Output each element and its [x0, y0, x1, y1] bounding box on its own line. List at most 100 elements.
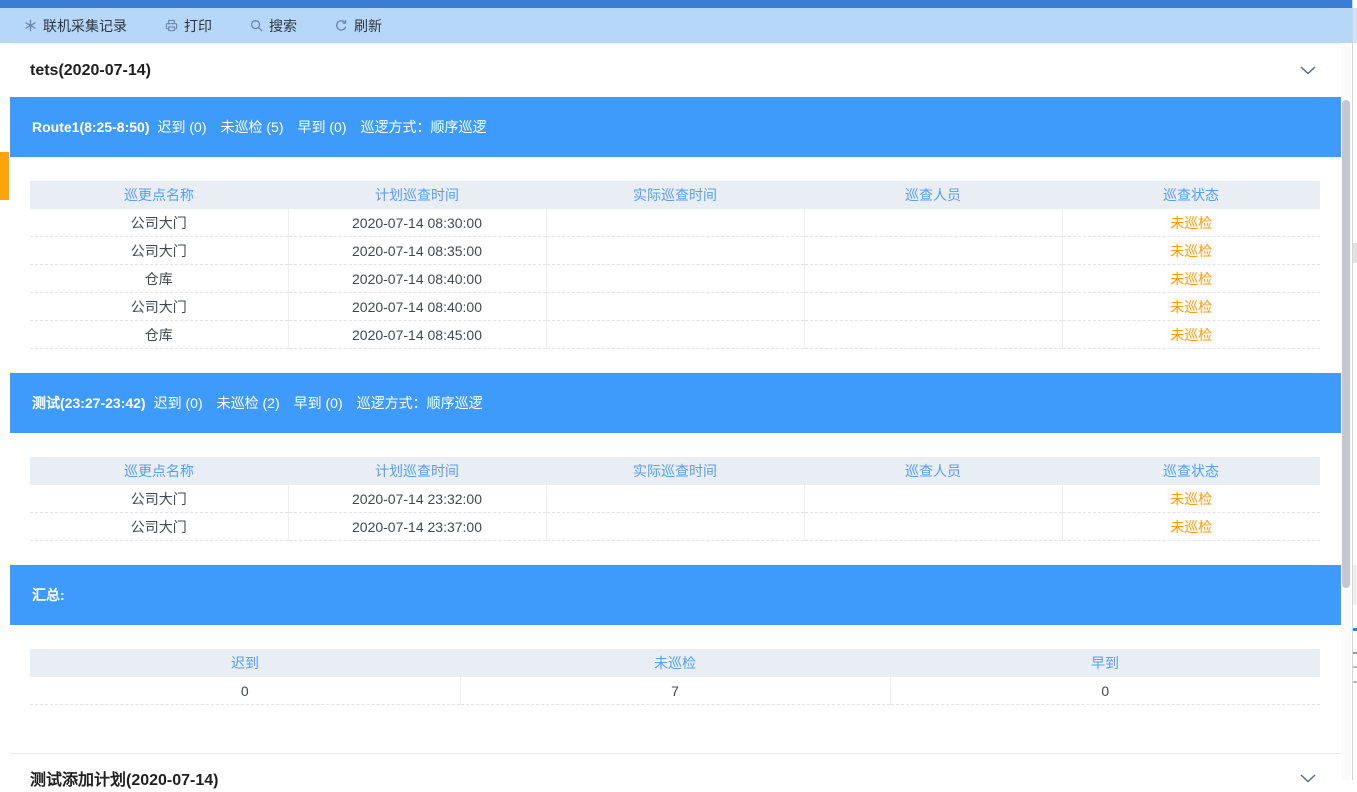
column-header: 巡查人员	[804, 181, 1062, 209]
status-cell: 未巡检	[1062, 237, 1320, 265]
table-header-row: 巡更点名称计划巡查时间实际巡查时间巡查人员巡查状态	[30, 457, 1320, 485]
route-header-bar: Route1(8:25-8:50) 迟到 (0) 未巡检 (5) 早到 (0) …	[10, 97, 1342, 157]
cell: 公司大门	[30, 485, 288, 513]
column-header: 实际巡查时间	[546, 457, 804, 485]
column-header: 巡查状态	[1062, 457, 1320, 485]
early-count: 0	[890, 677, 1320, 705]
collect-records-label: 联机采集记录	[43, 16, 127, 36]
summary-header-row: 迟到 未巡检 早到	[30, 649, 1320, 677]
table-row: 公司大门2020-07-14 08:30:00未巡检	[30, 209, 1320, 237]
column-header-missed: 未巡检	[460, 649, 890, 677]
column-header: 计划巡查时间	[288, 181, 546, 209]
column-header: 巡查状态	[1062, 181, 1320, 209]
column-header-late: 迟到	[30, 649, 460, 677]
cell: 2020-07-14 08:30:00	[288, 209, 546, 237]
refresh-label: 刷新	[354, 16, 382, 36]
adjacent-window-mark	[1353, 681, 1357, 683]
side-tab[interactable]	[0, 152, 9, 200]
adjacent-window-block	[1353, 243, 1357, 263]
route-name: Route1(8:25-8:50)	[32, 119, 149, 135]
print-icon	[165, 19, 178, 32]
cell: 2020-07-14 08:40:00	[288, 265, 546, 293]
summary-header-bar: 汇总:	[10, 565, 1342, 625]
missed-count: 7	[460, 677, 890, 705]
table-row: 仓库2020-07-14 08:45:00 未巡检	[30, 321, 1320, 349]
collect-records-button[interactable]: 联机采集记录	[24, 16, 127, 36]
refresh-icon	[335, 19, 348, 32]
route-name: 测试(23:27-23:42)	[32, 393, 146, 413]
adjacent-window-toolbar-edge	[1353, 8, 1357, 43]
cell	[804, 209, 1062, 237]
adjacent-window-accent	[1353, 628, 1357, 631]
cell: 公司大门	[30, 237, 288, 265]
status-cell: 未巡检	[1062, 513, 1320, 541]
cell: 2020-07-14 08:40:00	[288, 293, 546, 321]
cell	[546, 513, 804, 541]
cell	[804, 485, 1062, 513]
cell: 2020-07-14 23:32:00	[288, 485, 546, 513]
patrol-table: 巡更点名称计划巡查时间实际巡查时间巡查人员巡查状态 公司大门2020-07-14…	[30, 181, 1320, 349]
cell: 公司大门	[30, 513, 288, 541]
route-section: 测试(23:27-23:42) 迟到 (0) 未巡检 (2) 早到 (0) 巡逻…	[10, 373, 1342, 541]
cell	[804, 321, 1062, 349]
adjacent-window-mark	[1353, 666, 1357, 668]
report-title-row: tets(2020-07-14)	[10, 43, 1342, 97]
cell: 公司大门	[30, 209, 288, 237]
scrollbar-thumb[interactable]	[1342, 100, 1350, 588]
window-top-bar	[0, 0, 1357, 8]
cell: 2020-07-14 08:45:00	[288, 321, 546, 349]
search-button[interactable]: 搜索	[250, 16, 297, 36]
cell	[804, 513, 1062, 541]
column-header: 巡更点名称	[30, 457, 288, 485]
report-title: tets(2020-07-14)	[30, 62, 151, 80]
cell	[804, 265, 1062, 293]
route-section: Route1(8:25-8:50) 迟到 (0) 未巡检 (5) 早到 (0) …	[10, 97, 1342, 349]
collect-records-icon	[24, 19, 37, 32]
column-header-early: 早到	[890, 649, 1320, 677]
chevron-down-icon	[1300, 770, 1316, 788]
status-cell: 未巡检	[1062, 265, 1320, 293]
column-header: 实际巡查时间	[546, 181, 804, 209]
cell	[546, 321, 804, 349]
column-header: 巡更点名称	[30, 181, 288, 209]
print-button[interactable]: 打印	[165, 16, 212, 36]
cell: 仓库	[30, 321, 288, 349]
collapse-report-button[interactable]	[1296, 58, 1320, 84]
route-stats: 迟到 (0) 未巡检 (5) 早到 (0) 巡逻方式：顺序巡逻	[157, 117, 486, 137]
cell	[804, 237, 1062, 265]
patrol-table: 巡更点名称计划巡查时间实际巡查时间巡查人员巡查状态 公司大门2020-07-14…	[30, 457, 1320, 541]
cell: 2020-07-14 08:35:00	[288, 237, 546, 265]
vertical-scrollbar[interactable]	[1341, 43, 1351, 780]
column-header: 计划巡查时间	[288, 457, 546, 485]
print-label: 打印	[184, 16, 212, 36]
adjacent-window-block	[1353, 565, 1357, 605]
table-row: 仓库2020-07-14 08:40:00 未巡检	[30, 265, 1320, 293]
cell	[546, 209, 804, 237]
next-report-title-row: 测试添加计划(2020-07-14)	[10, 754, 1342, 792]
table-header-row: 巡更点名称计划巡查时间实际巡查时间巡查人员巡查状态	[30, 181, 1320, 209]
cell	[546, 237, 804, 265]
status-cell: 未巡检	[1062, 485, 1320, 513]
summary-value-row: 0 7 0	[30, 677, 1320, 705]
refresh-button[interactable]: 刷新	[335, 16, 382, 36]
cell: 仓库	[30, 265, 288, 293]
routes-container: Route1(8:25-8:50) 迟到 (0) 未巡检 (5) 早到 (0) …	[10, 97, 1342, 541]
toolbar: 联机采集记录 打印 搜索 刷新	[0, 8, 1352, 43]
status-cell: 未巡检	[1062, 293, 1320, 321]
summary-table: 迟到 未巡检 早到 0 7 0	[30, 649, 1320, 705]
cell: 公司大门	[30, 293, 288, 321]
table-row: 公司大门2020-07-14 08:35:00 未巡检	[30, 237, 1320, 265]
table-row: 公司大门2020-07-14 08:40:00 未巡检	[30, 293, 1320, 321]
column-header: 巡查人员	[804, 457, 1062, 485]
table-row: 公司大门2020-07-14 23:32:00 未巡检	[30, 485, 1320, 513]
search-icon	[250, 19, 263, 32]
chevron-down-icon	[1300, 62, 1316, 80]
route-stats: 迟到 (0) 未巡检 (2) 早到 (0) 巡逻方式：顺序巡逻	[154, 393, 483, 413]
table-row: 公司大门2020-07-14 23:37:00未巡检	[30, 513, 1320, 541]
status-cell: 未巡检	[1062, 321, 1320, 349]
route-header-bar: 测试(23:27-23:42) 迟到 (0) 未巡检 (2) 早到 (0) 巡逻…	[10, 373, 1342, 433]
collapse-next-report-button[interactable]	[1296, 766, 1320, 792]
cell	[804, 293, 1062, 321]
adjacent-window-sliver	[1352, 0, 1357, 780]
search-label: 搜索	[269, 16, 297, 36]
